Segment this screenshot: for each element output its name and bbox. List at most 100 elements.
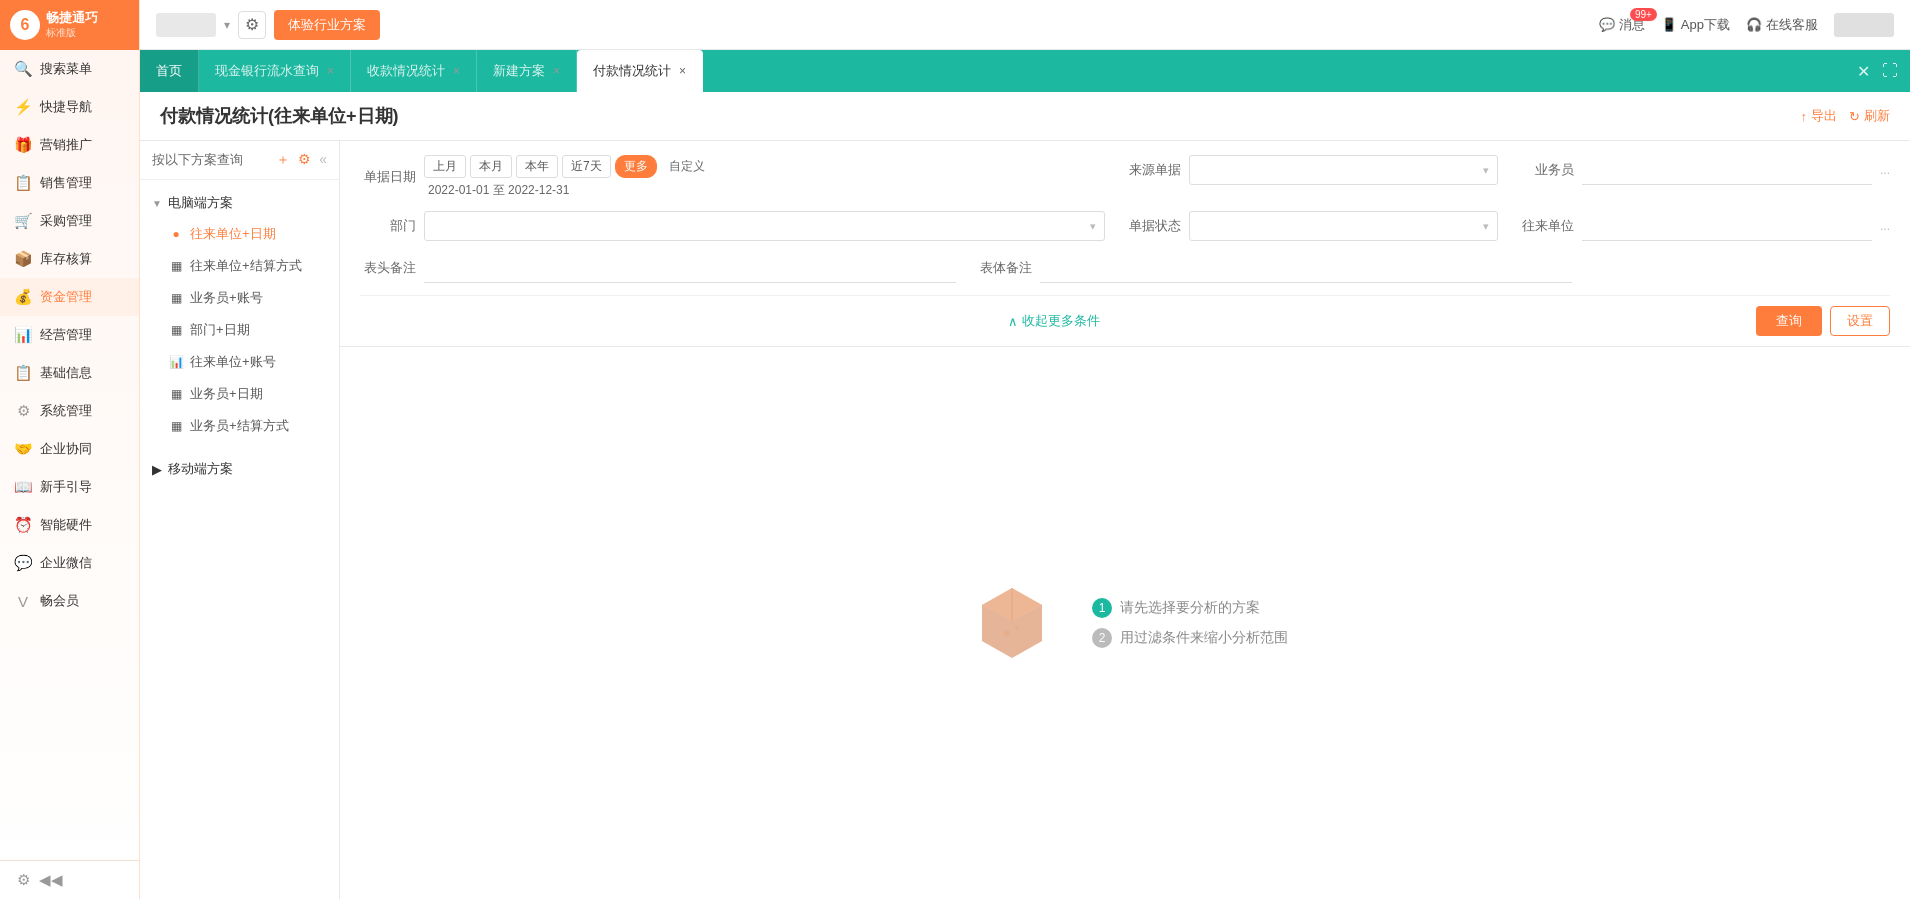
schema-item-label: 业务员+账号 bbox=[190, 289, 263, 307]
messages-btn[interactable]: 💬 消息 99+ bbox=[1599, 16, 1645, 34]
schema-item-dept-date[interactable]: ▦ 部门+日期 bbox=[140, 314, 339, 346]
unit-more-icon[interactable]: ... bbox=[1880, 219, 1890, 233]
this-year-btn[interactable]: 本年 bbox=[516, 155, 558, 178]
sidebar-item-finance[interactable]: 💰 资金管理 bbox=[0, 278, 139, 316]
sidebar-item-label: 销售管理 bbox=[40, 174, 92, 192]
unit-input[interactable] bbox=[1582, 211, 1872, 241]
refresh-icon: ↻ bbox=[1849, 109, 1860, 124]
sidebar-item-enterprise[interactable]: 🤝 企业协同 bbox=[0, 430, 139, 468]
tab-payment-stats[interactable]: 付款情况统计 × bbox=[577, 50, 703, 92]
finance-icon: 💰 bbox=[14, 288, 32, 306]
staff-more-icon[interactable]: ... bbox=[1880, 163, 1890, 177]
refresh-btn[interactable]: ↻ 刷新 bbox=[1849, 107, 1890, 125]
trial-btn[interactable]: 体验行业方案 bbox=[274, 10, 380, 40]
active-schema-icon: ● bbox=[168, 226, 184, 242]
export-btn[interactable]: ↑ 导出 bbox=[1801, 107, 1838, 125]
fullscreen-icon[interactable]: ⛶ bbox=[1882, 62, 1898, 80]
schema-item-label: 往来单位+结算方式 bbox=[190, 257, 302, 275]
sales-icon: 📋 bbox=[14, 174, 32, 192]
staff-filter-group: 业务员 ... bbox=[1518, 155, 1891, 185]
schema-item-staff-settlement[interactable]: ▦ 业务员+结算方式 bbox=[140, 410, 339, 442]
source-select[interactable]: ▾ bbox=[1189, 155, 1498, 185]
schema-item-unit-account[interactable]: 📊 往来单位+账号 bbox=[140, 346, 339, 378]
schema-item-staff-date[interactable]: ▦ 业务员+日期 bbox=[140, 378, 339, 410]
tab-collection-close[interactable]: × bbox=[453, 64, 460, 78]
empty-area: 1 请先选择要分析的方案 2 用过滤条件来缩小分析范围 bbox=[340, 347, 1910, 899]
sidebar-item-inventory[interactable]: 📦 库存核算 bbox=[0, 240, 139, 278]
tab-cash-flow[interactable]: 现金银行流水查询 × bbox=[199, 50, 351, 92]
company-chevron-icon[interactable]: ▾ bbox=[224, 18, 230, 32]
tabbar-actions: ✕ ⛶ bbox=[1845, 62, 1910, 81]
add-schema-icon[interactable]: ＋ bbox=[276, 151, 290, 169]
sidebar-item-purchase[interactable]: 🛒 采购管理 bbox=[0, 202, 139, 240]
last-7-days-btn[interactable]: 近7天 bbox=[562, 155, 611, 178]
manage-schema-icon[interactable]: ⚙ bbox=[298, 151, 311, 169]
logo-icon: 6 bbox=[10, 10, 40, 40]
content-area: 付款情况统计(往来单位+日期) ↑ 导出 ↻ 刷新 按以下方案查询 ＋ bbox=[140, 92, 1910, 899]
settings-icon[interactable]: ⚙ bbox=[14, 871, 32, 889]
sidebar-nav: 🔍 搜索菜单 ⚡ 快捷导航 🎁 营销推广 📋 销售管理 🛒 采购管理 📦 库存核… bbox=[0, 50, 139, 860]
tab-cash-flow-close[interactable]: × bbox=[327, 64, 334, 78]
close-all-tabs-icon[interactable]: ✕ bbox=[1857, 62, 1870, 81]
schema-table-icon-2: ▦ bbox=[168, 290, 184, 306]
sidebar-item-label: 经营管理 bbox=[40, 326, 92, 344]
settings-gear-btn[interactable]: ⚙ bbox=[238, 11, 266, 39]
filter-row-1: 单据日期 上月 本月 本年 近7天 更多 自定义 2022-01-01 至 20… bbox=[360, 155, 1890, 199]
schema-table-icon: ▦ bbox=[168, 258, 184, 274]
this-month-btn[interactable]: 本月 bbox=[470, 155, 512, 178]
more-btn[interactable]: 更多 bbox=[615, 155, 657, 178]
sidebar-item-enterprise-wechat[interactable]: 💬 企业微信 bbox=[0, 544, 139, 582]
sidebar-item-quick-nav[interactable]: ⚡ 快捷导航 bbox=[0, 88, 139, 126]
query-btn[interactable]: 查询 bbox=[1756, 306, 1822, 336]
sidebar-item-marketing[interactable]: 🎁 营销推广 bbox=[0, 126, 139, 164]
tab-home[interactable]: 首页 bbox=[140, 50, 199, 92]
page-header: 付款情况统计(往来单位+日期) ↑ 导出 ↻ 刷新 bbox=[140, 92, 1910, 141]
schema-item-staff-account[interactable]: ▦ 业务员+账号 bbox=[140, 282, 339, 314]
setting-btn[interactable]: 设置 bbox=[1830, 306, 1890, 336]
tab-collection-stats[interactable]: 收款情况统计 × bbox=[351, 50, 477, 92]
tab-new-plan[interactable]: 新建方案 × bbox=[477, 50, 577, 92]
docstatus-filter-group: 单据状态 ▾ bbox=[1125, 211, 1498, 241]
sidebar-item-operations[interactable]: 📊 经营管理 bbox=[0, 316, 139, 354]
filter-actions: ∧ 收起更多条件 查询 设置 bbox=[360, 295, 1890, 336]
hint-num-1: 1 bbox=[1092, 598, 1112, 618]
empty-illustration bbox=[962, 573, 1062, 673]
collapse-sidebar-icon[interactable]: ◀◀ bbox=[42, 871, 60, 889]
header-note-input[interactable] bbox=[424, 253, 956, 283]
schema-item-label: 业务员+结算方式 bbox=[190, 417, 289, 435]
online-service-label: 在线客服 bbox=[1766, 16, 1818, 34]
sidebar-item-label: 采购管理 bbox=[40, 212, 92, 230]
tab-new-plan-close[interactable]: × bbox=[553, 64, 560, 78]
custom-btn[interactable]: 自定义 bbox=[661, 156, 713, 177]
date-filter-group: 单据日期 上月 本月 本年 近7天 更多 自定义 2022-01-01 至 20… bbox=[360, 155, 1105, 199]
online-service-btn[interactable]: 🎧 在线客服 bbox=[1746, 16, 1818, 34]
schema-table-icon-5: ▦ bbox=[168, 418, 184, 434]
schema-item-unit-settlement[interactable]: ▦ 往来单位+结算方式 bbox=[140, 250, 339, 282]
tab-cash-flow-label: 现金银行流水查询 bbox=[215, 62, 319, 80]
page-actions: ↑ 导出 ↻ 刷新 bbox=[1801, 107, 1891, 125]
export-icon: ↑ bbox=[1801, 109, 1808, 124]
dept-select[interactable]: ▾ bbox=[424, 211, 1105, 241]
pc-group-arrow-icon: ▼ bbox=[152, 198, 162, 209]
collapse-panel-icon[interactable]: « bbox=[319, 151, 327, 169]
docstatus-chevron-icon: ▾ bbox=[1483, 220, 1489, 233]
staff-input[interactable] bbox=[1582, 155, 1872, 185]
sidebar-item-member[interactable]: V 畅会员 bbox=[0, 582, 139, 620]
sidebar-item-sales[interactable]: 📋 销售管理 bbox=[0, 164, 139, 202]
pc-schema-group-title[interactable]: ▼ 电脑端方案 bbox=[140, 188, 339, 218]
app-download-btn[interactable]: 📱 App下载 bbox=[1661, 16, 1730, 34]
tab-payment-close[interactable]: × bbox=[679, 64, 686, 78]
mobile-group-title[interactable]: ▶ 移动端方案 bbox=[140, 454, 339, 484]
sidebar-item-system[interactable]: ⚙ 系统管理 bbox=[0, 392, 139, 430]
schema-item-unit-date[interactable]: ● 往来单位+日期 bbox=[140, 218, 339, 250]
sidebar-item-beginner[interactable]: 📖 新手引导 bbox=[0, 468, 139, 506]
staff-filter-label: 业务员 bbox=[1518, 161, 1574, 179]
docstatus-select[interactable]: ▾ bbox=[1189, 211, 1498, 241]
collapse-more-btn[interactable]: ∧ 收起更多条件 bbox=[360, 312, 1748, 330]
last-month-btn[interactable]: 上月 bbox=[424, 155, 466, 178]
body-note-input[interactable] bbox=[1040, 253, 1572, 283]
lightning-icon: ⚡ bbox=[14, 98, 32, 116]
sidebar-item-smart-hw[interactable]: ⏰ 智能硬件 bbox=[0, 506, 139, 544]
sidebar-item-search[interactable]: 🔍 搜索菜单 bbox=[0, 50, 139, 88]
sidebar-item-basic[interactable]: 📋 基础信息 bbox=[0, 354, 139, 392]
